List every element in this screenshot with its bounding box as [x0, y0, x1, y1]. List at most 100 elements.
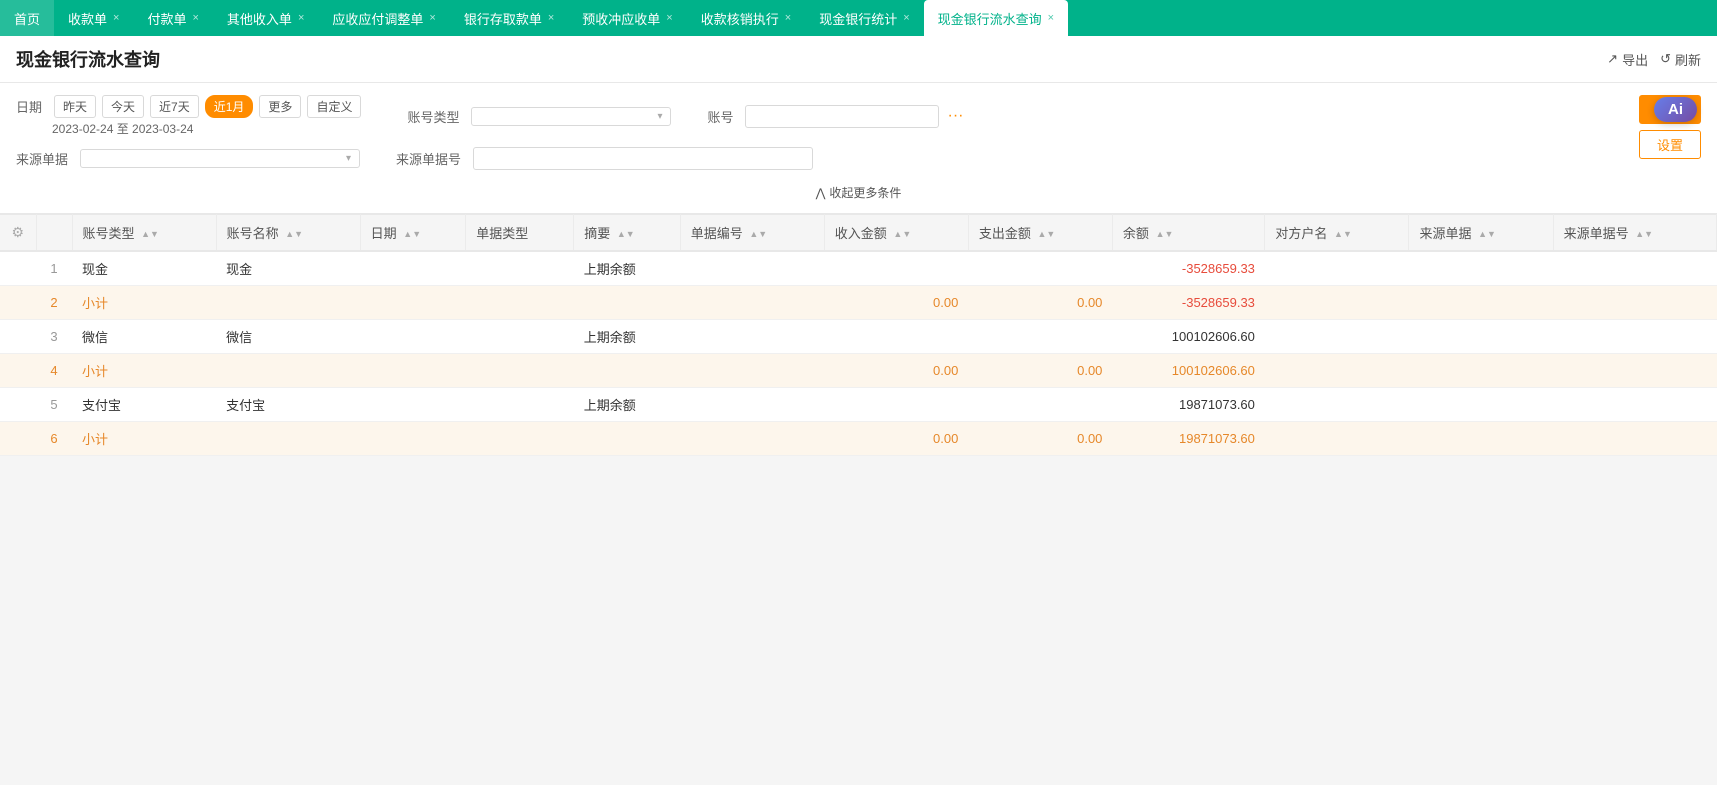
- row-balance: 100102606.60: [1112, 320, 1264, 354]
- row-seq: 5: [36, 388, 72, 422]
- date-btn-custom[interactable]: 自定义: [307, 95, 361, 118]
- row-doc-no: [680, 354, 824, 388]
- row-balance: 19871073.60: [1112, 388, 1264, 422]
- row-source-doc: [1409, 251, 1553, 286]
- col-expense[interactable]: 支出金额 ▲▼: [968, 215, 1112, 252]
- date-options: 昨天 今天 近7天 近1月 更多 自定义: [54, 95, 361, 118]
- collapse-bar[interactable]: ⋀ 收起更多条件: [16, 180, 1701, 209]
- row-summary: 上期余额: [574, 320, 680, 354]
- row-counterpart: [1265, 286, 1409, 320]
- row-account-name: [216, 286, 360, 320]
- date-btn-more[interactable]: 更多: [259, 95, 301, 118]
- col-account-type[interactable]: 账号类型 ▲▼: [72, 215, 216, 252]
- row-date: [360, 320, 466, 354]
- col-source-doc[interactable]: 来源单据 ▲▼: [1409, 215, 1553, 252]
- date-btn-1month[interactable]: 近1月: [205, 95, 254, 118]
- row-account-type: 小计: [72, 354, 216, 388]
- row-balance: 100102606.60: [1112, 354, 1264, 388]
- row-income: [824, 320, 968, 354]
- row-doc-type: [466, 388, 574, 422]
- col-balance[interactable]: 余额 ▲▼: [1112, 215, 1264, 252]
- account-type-select[interactable]: ▾: [471, 107, 671, 126]
- source-doc-label: 来源单据: [16, 149, 68, 168]
- account-dots-button[interactable]: ···: [943, 107, 967, 125]
- export-icon: ↗: [1607, 51, 1618, 67]
- col-source-doc-no[interactable]: 来源单据号 ▲▼: [1553, 215, 1716, 252]
- col-summary[interactable]: 摘要 ▲▼: [574, 215, 680, 252]
- date-btn-7days[interactable]: 近7天: [150, 95, 199, 118]
- nav-receipts-close[interactable]: ×: [113, 12, 119, 24]
- row-gear-cell: [0, 320, 36, 354]
- nav-ar-ap-adj-close[interactable]: ×: [429, 12, 435, 24]
- row-date: [360, 354, 466, 388]
- nav-bank-deposit-close[interactable]: ×: [548, 12, 554, 24]
- sort-source-doc-icon: ▲▼: [1478, 230, 1496, 239]
- nav-ar-ap-adj[interactable]: 应收应付调整单 ×: [318, 0, 449, 36]
- date-btn-today[interactable]: 今天: [102, 95, 144, 118]
- row-income: [824, 251, 968, 286]
- row-doc-no: [680, 286, 824, 320]
- row-account-type: 小计: [72, 422, 216, 456]
- row-seq: 6: [36, 422, 72, 456]
- row-summary: 上期余额: [574, 388, 680, 422]
- export-button[interactable]: ↗ 导出: [1607, 50, 1648, 69]
- row-seq: 2: [36, 286, 72, 320]
- nav-advance-offset[interactable]: 预收冲应收单 ×: [568, 0, 686, 36]
- row-balance: -3528659.33: [1112, 251, 1264, 286]
- nav-receipts[interactable]: 收款单 ×: [54, 0, 133, 36]
- nav-other-income[interactable]: 其他收入单 ×: [213, 0, 318, 36]
- nav-cash-bank-stat-close[interactable]: ×: [903, 12, 909, 24]
- header-actions: ↗ 导出 ↺ 刷新: [1607, 50, 1701, 69]
- refresh-button[interactable]: ↺ 刷新: [1660, 50, 1701, 69]
- col-doc-no[interactable]: 单据编号 ▲▼: [680, 215, 824, 252]
- row-counterpart: [1265, 388, 1409, 422]
- nav-payments[interactable]: 付款单 ×: [133, 0, 212, 36]
- sort-expense-icon: ▲▼: [1037, 230, 1055, 239]
- collapse-icon: ⋀: [816, 186, 826, 200]
- row-doc-no: [680, 320, 824, 354]
- ai-badge[interactable]: Ai: [1654, 97, 1697, 122]
- row-seq: 3: [36, 320, 72, 354]
- nav-cash-bank-flow-close[interactable]: ×: [1048, 12, 1054, 24]
- nav-advance-offset-close[interactable]: ×: [666, 12, 672, 24]
- nav-collection-exec[interactable]: 收款核销执行 ×: [687, 0, 805, 36]
- row-source-doc-no: [1553, 320, 1716, 354]
- row-expense: 0.00: [968, 286, 1112, 320]
- col-account-name[interactable]: 账号名称 ▲▼: [216, 215, 360, 252]
- nav-collection-exec-close[interactable]: ×: [785, 12, 791, 24]
- row-source-doc-no: [1553, 251, 1716, 286]
- date-btn-yesterday[interactable]: 昨天: [54, 95, 96, 118]
- row-expense: [968, 251, 1112, 286]
- row-counterpart: [1265, 354, 1409, 388]
- row-source-doc: [1409, 388, 1553, 422]
- sort-counterpart-icon: ▲▼: [1334, 230, 1352, 239]
- col-income[interactable]: 收入金额 ▲▼: [824, 215, 968, 252]
- nav-home[interactable]: 首页: [0, 0, 54, 36]
- nav-other-income-close[interactable]: ×: [298, 12, 304, 24]
- nav-cash-bank-stat[interactable]: 现金银行统计 ×: [805, 0, 923, 36]
- source-doc-select[interactable]: ▾: [80, 149, 360, 168]
- col-counterpart[interactable]: 对方户名 ▲▼: [1265, 215, 1409, 252]
- row-account-type: 支付宝: [72, 388, 216, 422]
- account-input[interactable]: [745, 105, 939, 128]
- col-gear: ⚙: [0, 215, 36, 252]
- nav-payments-close[interactable]: ×: [192, 12, 198, 24]
- table-settings-icon[interactable]: ⚙: [11, 224, 24, 240]
- row-date: [360, 422, 466, 456]
- col-date[interactable]: 日期 ▲▼: [360, 215, 466, 252]
- row-doc-type: [466, 251, 574, 286]
- row-counterpart: [1265, 251, 1409, 286]
- row-source-doc: [1409, 286, 1553, 320]
- nav-bank-deposit[interactable]: 银行存取款单 ×: [450, 0, 568, 36]
- row-doc-type: [466, 354, 574, 388]
- sort-account-type-icon: ▲▼: [141, 230, 159, 239]
- nav-cash-bank-flow[interactable]: 现金银行流水查询 ×: [924, 0, 1068, 36]
- filter-row-1: 日期 昨天 今天 近7天 近1月 更多 自定义 2023-02-24 至 202…: [16, 95, 1639, 137]
- settings-button[interactable]: 设置: [1639, 130, 1701, 159]
- row-summary: 上期余额: [574, 251, 680, 286]
- row-doc-type: [466, 422, 574, 456]
- source-doc-chevron-icon: ▾: [346, 153, 351, 164]
- row-account-name: 现金: [216, 251, 360, 286]
- source-doc-num-input[interactable]: [473, 147, 813, 170]
- row-doc-no: [680, 388, 824, 422]
